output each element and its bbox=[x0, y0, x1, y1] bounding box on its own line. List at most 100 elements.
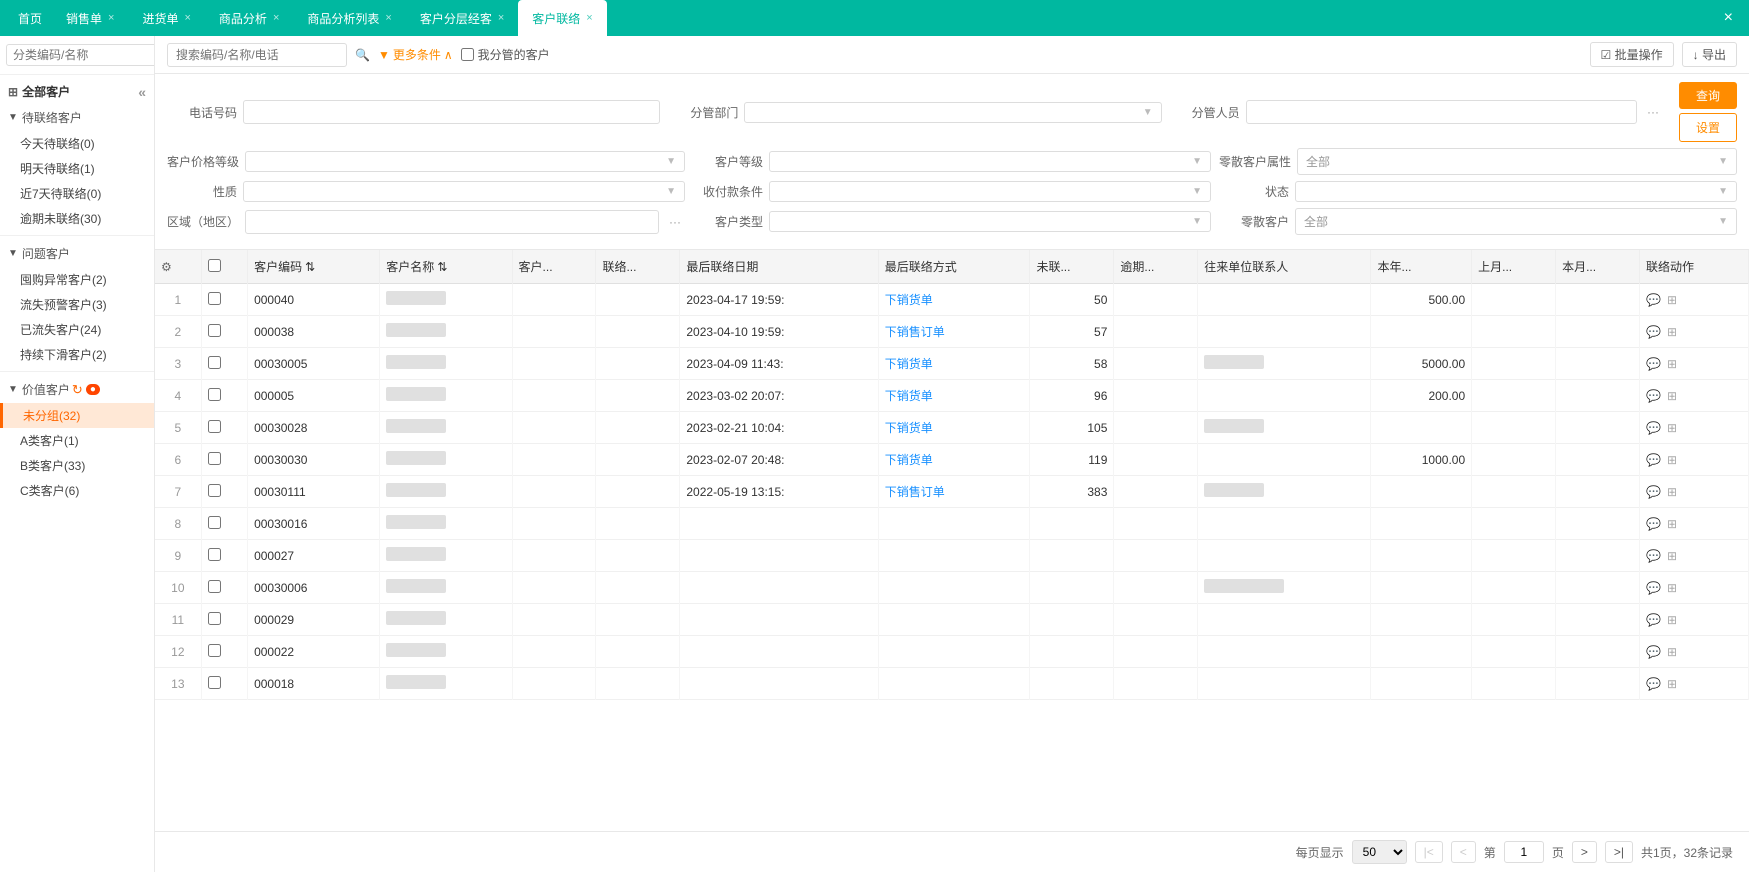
tab-customer-segment[interactable]: 客户分层经客 × bbox=[406, 0, 518, 36]
th-checkbox[interactable] bbox=[201, 250, 247, 284]
next-page-button[interactable]: > bbox=[1572, 841, 1597, 863]
sidebar-item-ungrouped[interactable]: 未分组(32) bbox=[0, 403, 154, 428]
refresh-icon[interactable]: ↻ bbox=[72, 382, 83, 398]
row-checkbox-4[interactable] bbox=[201, 380, 247, 412]
row-checkbox-2[interactable] bbox=[201, 316, 247, 348]
payment-select[interactable]: ▼ bbox=[769, 181, 1211, 202]
row-checkbox-6[interactable] bbox=[201, 444, 247, 476]
status-select[interactable]: ▼ bbox=[1295, 181, 1737, 202]
message-icon[interactable]: 💬 bbox=[1646, 293, 1661, 307]
sidebar-item-a-class[interactable]: A类客户(1) bbox=[0, 428, 154, 453]
value-customers-group[interactable]: ▼ 价值客户 ↻ ● bbox=[0, 376, 154, 403]
message-icon[interactable]: 💬 bbox=[1646, 613, 1661, 627]
th-code[interactable]: 客户编码 ⇅ bbox=[248, 250, 380, 284]
row-checkbox-1[interactable] bbox=[201, 284, 247, 316]
th-settings[interactable]: ⚙ bbox=[155, 250, 201, 284]
sidebar-item-churn-warning[interactable]: 流失预警客户(3) bbox=[0, 292, 154, 317]
page-number-input[interactable] bbox=[1504, 841, 1544, 863]
message-icon[interactable]: 💬 bbox=[1646, 357, 1661, 371]
region-input[interactable] bbox=[245, 210, 659, 234]
sidebar-item-b-class[interactable]: B类客户(33) bbox=[0, 453, 154, 478]
retail-attr-select[interactable]: 全部 ▼ bbox=[1297, 148, 1737, 175]
close-customer-segment-icon[interactable]: × bbox=[498, 12, 504, 24]
collapse-sidebar-icon[interactable]: « bbox=[138, 84, 146, 100]
my-customers-checkbox[interactable] bbox=[461, 48, 474, 61]
close-purchase-order-icon[interactable]: × bbox=[184, 12, 190, 24]
row-last-method-2[interactable]: 下销售订单 bbox=[878, 316, 1030, 348]
grid-action-icon[interactable]: ⊞ bbox=[1667, 677, 1677, 691]
th-last-month[interactable]: 上月... bbox=[1472, 250, 1556, 284]
row-checkbox-11[interactable] bbox=[201, 604, 247, 636]
sidebar-item-7day-pending[interactable]: 近7天待联络(0) bbox=[0, 181, 154, 206]
row-checkbox-3[interactable] bbox=[201, 348, 247, 380]
message-icon[interactable]: 💬 bbox=[1646, 581, 1661, 595]
sidebar-item-declining[interactable]: 持续下滑客户(2) bbox=[0, 342, 154, 367]
sidebar-item-abnormal-hoarding[interactable]: 囤购异常客户(2) bbox=[0, 267, 154, 292]
row-checkbox-9[interactable] bbox=[201, 540, 247, 572]
message-icon[interactable]: 💬 bbox=[1646, 453, 1661, 467]
message-icon[interactable]: 💬 bbox=[1646, 485, 1661, 499]
row-last-method-1[interactable]: 下销货单 bbox=[878, 284, 1030, 316]
tab-product-analysis-list[interactable]: 商品分析列表 × bbox=[293, 0, 405, 36]
grid-action-icon[interactable]: ⊞ bbox=[1667, 421, 1677, 435]
message-icon[interactable]: 💬 bbox=[1646, 421, 1661, 435]
message-icon[interactable]: 💬 bbox=[1646, 325, 1661, 339]
region-more-icon[interactable]: ··· bbox=[665, 215, 685, 229]
grid-action-icon[interactable]: ⊞ bbox=[1667, 613, 1677, 627]
th-overdue[interactable]: 逾期... bbox=[1114, 250, 1198, 284]
row-checkbox-5[interactable] bbox=[201, 412, 247, 444]
th-contact[interactable]: 联络... bbox=[596, 250, 680, 284]
message-icon[interactable]: 💬 bbox=[1646, 645, 1661, 659]
th-type[interactable]: 客户... bbox=[512, 250, 596, 284]
close-product-analysis-list-icon[interactable]: × bbox=[385, 12, 391, 24]
close-customer-contact-icon[interactable]: × bbox=[586, 12, 592, 24]
th-last-date[interactable]: 最后联络日期 bbox=[680, 250, 878, 284]
row-last-method-7[interactable]: 下销售订单 bbox=[878, 476, 1030, 508]
grid-action-icon[interactable]: ⊞ bbox=[1667, 581, 1677, 595]
prev-page-button[interactable]: < bbox=[1451, 841, 1476, 863]
pending-contact-group[interactable]: ▼ 待联络客户 bbox=[0, 104, 154, 131]
search-button[interactable]: 🔍 bbox=[355, 48, 370, 62]
message-icon[interactable]: 💬 bbox=[1646, 517, 1661, 531]
sidebar-item-overdue-pending[interactable]: 逾期未联络(30) bbox=[0, 206, 154, 231]
message-icon[interactable]: 💬 bbox=[1646, 389, 1661, 403]
grid-action-icon[interactable]: ⊞ bbox=[1667, 357, 1677, 371]
person-more-icon[interactable]: ··· bbox=[1643, 105, 1663, 119]
close-product-analysis-icon[interactable]: × bbox=[273, 12, 279, 24]
all-customers-header[interactable]: ⊞ 全部客户 « bbox=[0, 75, 154, 104]
sidebar-item-churned[interactable]: 已流失客户(24) bbox=[0, 317, 154, 342]
phone-input[interactable] bbox=[243, 100, 660, 124]
select-all-checkbox[interactable] bbox=[208, 259, 221, 272]
nature-select[interactable]: ▼ bbox=[243, 181, 685, 202]
grid-action-icon[interactable]: ⊞ bbox=[1667, 453, 1677, 467]
sidebar-item-today-pending[interactable]: 今天待联络(0) bbox=[0, 131, 154, 156]
tab-customer-contact[interactable]: 客户联络 × bbox=[518, 0, 606, 36]
sidebar-item-c-class[interactable]: C类客户(6) bbox=[0, 478, 154, 503]
more-filters-button[interactable]: ▼ 更多条件 ∧ bbox=[378, 46, 453, 63]
row-checkbox-8[interactable] bbox=[201, 508, 247, 540]
grid-action-icon[interactable]: ⊞ bbox=[1667, 517, 1677, 531]
tab-purchase-order[interactable]: 进货单 × bbox=[128, 0, 204, 36]
customer-grade-select[interactable]: ▼ bbox=[769, 151, 1211, 172]
grid-action-icon[interactable]: ⊞ bbox=[1667, 293, 1677, 307]
tab-product-analysis[interactable]: 商品分析 × bbox=[205, 0, 293, 36]
message-icon[interactable]: 💬 bbox=[1646, 549, 1661, 563]
row-checkbox-12[interactable] bbox=[201, 636, 247, 668]
th-name[interactable]: 客户名称 ⇅ bbox=[380, 250, 512, 284]
first-page-button[interactable]: |< bbox=[1415, 841, 1443, 863]
retail-customer-select[interactable]: 全部 ▼ bbox=[1295, 208, 1737, 235]
row-checkbox-13[interactable] bbox=[201, 668, 247, 700]
th-uncontacted[interactable]: 未联... bbox=[1030, 250, 1114, 284]
last-page-button[interactable]: >| bbox=[1605, 841, 1633, 863]
query-button[interactable]: 查询 bbox=[1679, 82, 1737, 109]
row-last-method-4[interactable]: 下销货单 bbox=[878, 380, 1030, 412]
th-this-month[interactable]: 本月... bbox=[1556, 250, 1640, 284]
row-last-method-3[interactable]: 下销货单 bbox=[878, 348, 1030, 380]
row-last-method-6[interactable]: 下销货单 bbox=[878, 444, 1030, 476]
page-size-select[interactable]: 50 100 200 bbox=[1352, 840, 1407, 864]
th-contact-person[interactable]: 往来单位联系人 bbox=[1198, 250, 1371, 284]
grid-action-icon[interactable]: ⊞ bbox=[1667, 645, 1677, 659]
category-search-input[interactable] bbox=[6, 44, 155, 66]
search-input[interactable] bbox=[167, 43, 347, 67]
th-last-method[interactable]: 最后联络方式 bbox=[878, 250, 1030, 284]
